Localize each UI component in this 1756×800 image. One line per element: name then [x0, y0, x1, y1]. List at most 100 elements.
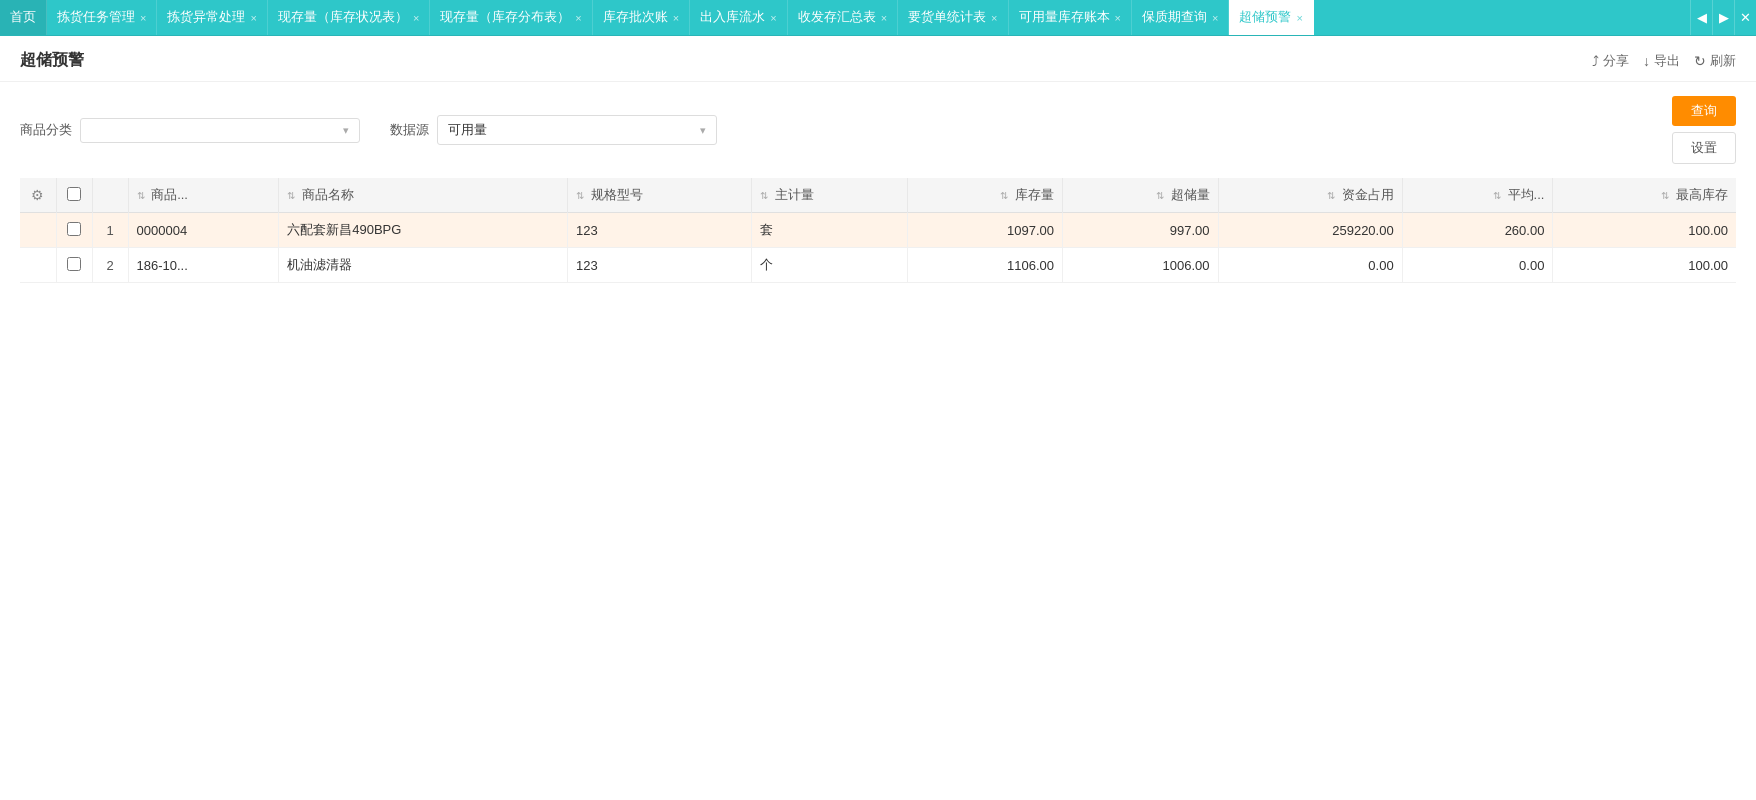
col-product-code[interactable]: ⇅ 商品... [128, 178, 279, 213]
row-product-code-0: 0000004 [128, 213, 279, 248]
datasource-value: 可用量 [448, 121, 487, 139]
query-button[interactable]: 查询 [1672, 96, 1736, 126]
col-capital[interactable]: ⇅ 资金占用 [1218, 178, 1402, 213]
category-select[interactable]: ▾ [80, 118, 360, 143]
row-index-1: 2 [92, 248, 128, 283]
row-avg-0: 260.00 [1402, 213, 1553, 248]
datasource-filter-group: 数据源 可用量 ▾ [390, 115, 717, 145]
row-product-code-1: 186-10... [128, 248, 279, 283]
table-row: 2 186-10... 机油滤清器 123 个 1106.00 1006.00 … [20, 248, 1736, 283]
nav-expiry[interactable]: 保质期查询 × [1132, 0, 1229, 36]
nav-stock-status[interactable]: 现存量（库存状况表） × [268, 0, 430, 36]
sort-avg-icon: ⇅ [1493, 190, 1501, 201]
col-index [92, 178, 128, 213]
page-title: 超储预警 [20, 50, 84, 71]
category-chevron: ▾ [343, 124, 349, 137]
col-unit[interactable]: ⇅ 主计量 [752, 178, 907, 213]
settings-button[interactable]: 设置 [1672, 132, 1736, 164]
nav-stock-dist[interactable]: 现存量（库存分布表） × [430, 0, 592, 36]
row-index-0: 1 [92, 213, 128, 248]
nav-inout[interactable]: 出入库流水 × [690, 0, 787, 36]
refresh-link[interactable]: ↻ 刷新 [1694, 52, 1736, 70]
row-settings-0 [20, 213, 56, 248]
sort-over-stock-icon: ⇅ [1156, 190, 1164, 201]
row-over-stock-0: 997.00 [1063, 213, 1218, 248]
nav-batch[interactable]: 库存批次账 × [593, 0, 690, 36]
row-checkbox-1[interactable] [67, 257, 81, 271]
page-content: 超储预警 ⤴ 分享 ↓ 导出 ↻ 刷新 商品分类 ▾ 数据源 [0, 36, 1756, 800]
nav-pick-exception[interactable]: 拣货异常处理 × [157, 0, 267, 36]
category-filter-group: 商品分类 ▾ [20, 118, 360, 143]
data-table: ⚙ ⇅ 商品... ⇅ 商品名称 ⇅ [20, 178, 1736, 283]
sort-spec-icon: ⇅ [576, 190, 584, 201]
row-unit-1: 个 [752, 248, 907, 283]
refresh-icon: ↻ [1694, 53, 1706, 69]
filter-buttons: 查询 设置 [1672, 96, 1736, 164]
gear-icon[interactable]: ⚙ [31, 187, 44, 203]
row-unit-0: 套 [752, 213, 907, 248]
nav-close-batch[interactable]: × [673, 12, 679, 24]
col-settings[interactable]: ⚙ [20, 178, 56, 213]
col-max-stock[interactable]: ⇅ 最高库存 [1553, 178, 1736, 213]
row-spec-0: 123 [568, 213, 752, 248]
row-avg-1: 0.00 [1402, 248, 1553, 283]
nav-close-stock-status[interactable]: × [413, 12, 419, 24]
table-row: 1 0000004 六配套新昌490BPG 123 套 1097.00 997.… [20, 213, 1736, 248]
nav-next-btn[interactable]: ▶ [1712, 0, 1734, 36]
nav-home[interactable]: 首页 [0, 0, 47, 36]
sort-capital-icon: ⇅ [1327, 190, 1335, 201]
row-max-stock-1: 100.00 [1553, 248, 1736, 283]
row-settings-1 [20, 248, 56, 283]
nav-close-stock-dist[interactable]: × [575, 12, 581, 24]
row-product-name-1: 机油滤清器 [279, 248, 568, 283]
datasource-chevron: ▾ [700, 124, 706, 137]
table-body: 1 0000004 六配套新昌490BPG 123 套 1097.00 997.… [20, 213, 1736, 283]
nav-close-pick-task[interactable]: × [140, 12, 146, 24]
table-wrap: ⚙ ⇅ 商品... ⇅ 商品名称 ⇅ [0, 178, 1756, 283]
export-icon: ↓ [1643, 53, 1650, 69]
row-checkbox-0[interactable] [67, 222, 81, 236]
col-spec[interactable]: ⇅ 规格型号 [568, 178, 752, 213]
row-checkbox-cell-0[interactable] [56, 213, 92, 248]
datasource-select[interactable]: 可用量 ▾ [437, 115, 717, 145]
nav-prev-btn[interactable]: ◀ [1690, 0, 1712, 36]
nav-close-pick-exception[interactable]: × [250, 12, 256, 24]
row-product-name-0: 六配套新昌490BPG [279, 213, 568, 248]
col-product-name[interactable]: ⇅ 商品名称 [279, 178, 568, 213]
nav-close-expiry[interactable]: × [1212, 12, 1218, 24]
sort-unit-icon: ⇅ [760, 190, 768, 201]
select-all-checkbox[interactable] [67, 187, 81, 201]
nav-close-requisition[interactable]: × [991, 12, 997, 24]
sort-max-stock-icon: ⇅ [1661, 190, 1669, 201]
top-nav: 首页 拣货任务管理 × 拣货异常处理 × 现存量（库存状况表） × 现存量（库存… [0, 0, 1756, 36]
nav-available[interactable]: 可用量库存账本 × [1009, 0, 1132, 36]
share-link[interactable]: ⤴ 分享 [1592, 52, 1629, 70]
row-capital-0: 259220.00 [1218, 213, 1402, 248]
nav-close-overstock[interactable]: × [1296, 12, 1302, 24]
share-icon: ⤴ [1592, 53, 1599, 69]
col-avg[interactable]: ⇅ 平均... [1402, 178, 1553, 213]
nav-close-inout[interactable]: × [770, 12, 776, 24]
filter-area: 商品分类 ▾ 数据源 可用量 ▾ 查询 设置 [0, 82, 1756, 174]
row-stock-1: 1106.00 [907, 248, 1062, 283]
header-actions: ⤴ 分享 ↓ 导出 ↻ 刷新 [1592, 52, 1736, 70]
col-checkbox[interactable] [56, 178, 92, 213]
nav-requisition[interactable]: 要货单统计表 × [898, 0, 1008, 36]
col-stock[interactable]: ⇅ 库存量 [907, 178, 1062, 213]
page-header: 超储预警 ⤴ 分享 ↓ 导出 ↻ 刷新 [0, 36, 1756, 82]
sort-product-name-icon: ⇅ [287, 190, 295, 201]
row-over-stock-1: 1006.00 [1063, 248, 1218, 283]
nav-overstock[interactable]: 超储预警 × [1229, 0, 1313, 36]
nav-close-btn[interactable]: ✕ [1734, 0, 1756, 36]
nav-close-summary[interactable]: × [881, 12, 887, 24]
nav-arrows: ◀ ▶ ✕ [1690, 0, 1756, 36]
row-checkbox-cell-1[interactable] [56, 248, 92, 283]
col-over-stock[interactable]: ⇅ 超储量 [1063, 178, 1218, 213]
export-link[interactable]: ↓ 导出 [1643, 52, 1680, 70]
nav-pick-task[interactable]: 拣货任务管理 × [47, 0, 157, 36]
nav-close-available[interactable]: × [1115, 12, 1121, 24]
nav-summary[interactable]: 收发存汇总表 × [788, 0, 898, 36]
category-label: 商品分类 [20, 121, 72, 139]
sort-product-code-icon: ⇅ [137, 190, 145, 201]
row-spec-1: 123 [568, 248, 752, 283]
